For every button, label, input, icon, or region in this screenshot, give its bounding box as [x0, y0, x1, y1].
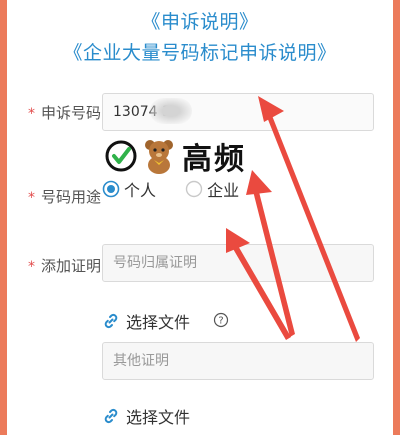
page-title: 《申诉说明》 [141, 11, 259, 33]
add-proof-label: * 添加证明 [28, 257, 102, 275]
radio-option-enterprise[interactable]: 企业 [185, 177, 239, 201]
ownership-proof-input[interactable]: 号码归属证明 [102, 244, 374, 282]
select-file-button[interactable]: 选择文件 [102, 309, 190, 333]
help-icon[interactable]: ? [213, 312, 229, 328]
check-circle-icon [105, 140, 137, 172]
radio-unselected-icon[interactable] [185, 180, 203, 198]
number-usage-radio-group: 个人 企业 [102, 177, 263, 202]
redaction-blur [150, 98, 192, 124]
number-usage-label: * 号码用途 [28, 188, 102, 206]
teddy-bear-icon [145, 140, 173, 174]
link-icon [104, 313, 118, 329]
radio-option-personal[interactable]: 个人 [102, 177, 156, 201]
svg-text:?: ? [218, 316, 223, 327]
required-marker: * [28, 106, 35, 122]
other-proof-input[interactable]: 其他证明 [102, 342, 374, 380]
badge-overlay: 高频 [104, 136, 246, 177]
badge-text: 高频 [182, 142, 246, 177]
required-marker: * [28, 190, 35, 206]
complaint-number-input[interactable]: 13074 3 [102, 93, 374, 131]
radio-selected-icon[interactable] [102, 180, 120, 198]
required-marker: * [28, 259, 35, 275]
page-subtitle: 《企业大量号码标记申诉说明》 [63, 42, 337, 64]
select-file-button-2[interactable]: 选择文件 [102, 404, 190, 428]
link-icon [104, 408, 118, 424]
complaint-number-label: * 申诉号码 [28, 104, 102, 122]
